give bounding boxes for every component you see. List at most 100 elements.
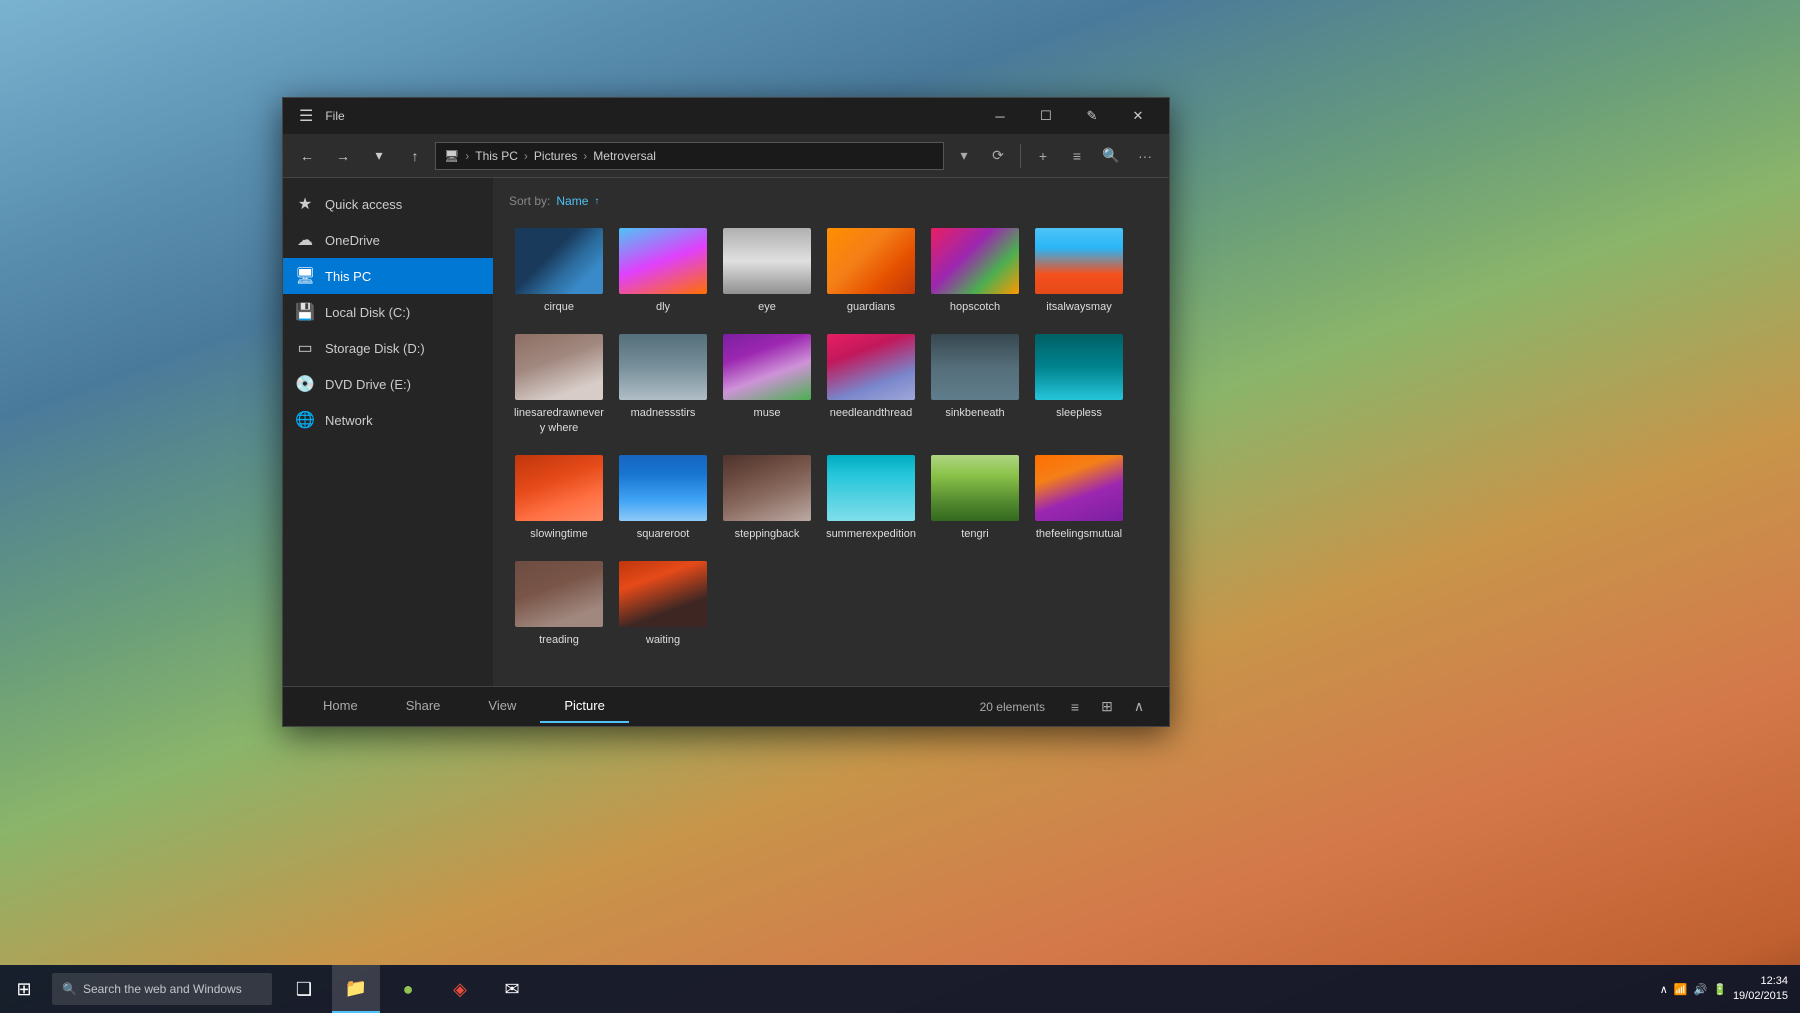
file-item-sinkbeneath[interactable]: sinkbeneath — [925, 326, 1025, 443]
file-item-madnessstirs[interactable]: madnessstirs — [613, 326, 713, 443]
view-toggle-buttons: ≡ ⊞ ∧ — [1061, 693, 1153, 721]
minimize-button[interactable]: ─ — [977, 98, 1023, 134]
task-view-button[interactable]: ❑ — [280, 965, 328, 1013]
file-thumbnail-eye — [723, 228, 811, 294]
gamepass-button[interactable]: ● — [384, 965, 432, 1013]
file-item-linesaredrawnevery[interactable]: linesaredrawnevery where — [509, 326, 609, 443]
window-controls: ─ ☐ ✎ ✕ — [977, 98, 1161, 134]
start-button[interactable]: ⊞ — [0, 965, 48, 1013]
search-icon: 🔍 — [62, 982, 77, 996]
breadcrumb-thispc[interactable]: This PC — [475, 149, 518, 163]
grid-view-button[interactable]: ⊞ — [1093, 693, 1121, 721]
refresh-button[interactable]: ⟳ — [982, 140, 1014, 172]
address-bar[interactable]: 🖥 › This PC › Pictures › Metroversal — [435, 142, 944, 170]
status-bar: Home Share View Picture 20 elements ≡ ⊞ … — [283, 686, 1169, 726]
sidebar-item-label: Storage Disk (D:) — [325, 341, 425, 356]
maximize-button[interactable]: ☐ — [1023, 98, 1069, 134]
file-name-eye: eye — [758, 300, 776, 314]
file-thumbnail-linesaredrawnevery — [515, 334, 603, 400]
file-thumbnail-guardians — [827, 228, 915, 294]
view-options-button[interactable]: ≡ — [1061, 140, 1093, 172]
back-button[interactable]: ← — [291, 140, 323, 172]
breadcrumb-metroversal[interactable]: Metroversal — [593, 149, 656, 163]
file-name-itsalwaysmay: itsalwaysmay — [1046, 300, 1111, 314]
network-icon: 🌐 — [295, 410, 315, 430]
address-dropdown-button[interactable]: ▾ — [948, 140, 980, 172]
file-thumbnail-sleepless — [1035, 334, 1123, 400]
tab-home[interactable]: Home — [299, 690, 382, 723]
file-item-hopscotch[interactable]: hopscotch — [925, 220, 1025, 322]
search-button[interactable]: 🔍 — [1095, 140, 1127, 172]
expand-button[interactable]: ∧ — [1125, 693, 1153, 721]
tab-picture[interactable]: Picture — [540, 690, 628, 723]
sidebar-item-storage-disk-d[interactable]: ▭ Storage Disk (D:) — [283, 330, 493, 366]
title-bar: ☰ File ─ ☐ ✎ ✕ — [283, 98, 1169, 134]
sidebar-item-network[interactable]: 🌐 Network — [283, 402, 493, 438]
file-item-waiting[interactable]: waiting — [613, 553, 713, 655]
file-item-eye[interactable]: eye — [717, 220, 817, 322]
file-item-squareroot[interactable]: squareroot — [613, 447, 713, 549]
tab-view[interactable]: View — [464, 690, 540, 723]
file-thumbnail-thefeelingsmutual — [1035, 455, 1123, 521]
sidebar-item-quick-access[interactable]: ★ Quick access — [283, 186, 493, 222]
volume-tray-icon: 🔊 — [1694, 983, 1708, 996]
dropdown-button[interactable]: ▾ — [363, 140, 395, 172]
file-thumbnail-needleandthread — [827, 334, 915, 400]
file-thumbnail-slowingtime — [515, 455, 603, 521]
close-button[interactable]: ✕ — [1115, 98, 1161, 134]
edit-button[interactable]: ✎ — [1069, 98, 1115, 134]
file-item-steppingback[interactable]: steppingback — [717, 447, 817, 549]
tab-share[interactable]: Share — [382, 690, 465, 723]
window-title: File — [325, 109, 344, 123]
file-name-summerexpedition: summerexpedition — [826, 527, 916, 541]
menu-icon[interactable]: ☰ — [291, 102, 321, 130]
file-name-squareroot: squareroot — [637, 527, 690, 541]
file-thumbnail-dly — [619, 228, 707, 294]
forward-button[interactable]: → — [327, 140, 359, 172]
file-name-muse: muse — [754, 406, 781, 420]
file-name-thefeelingsmutual: thefeelingsmutual — [1036, 527, 1122, 541]
file-item-needleandthread[interactable]: needleandthread — [821, 326, 921, 443]
network-tray-icon: 📶 — [1674, 983, 1688, 996]
more-options-button[interactable]: ··· — [1129, 140, 1161, 172]
search-bar[interactable]: 🔍 Search the web and Windows — [52, 973, 272, 1005]
file-item-dly[interactable]: dly — [613, 220, 713, 322]
file-item-muse[interactable]: muse — [717, 326, 817, 443]
clock: 12:34 19/02/2015 — [1733, 974, 1788, 1005]
explorer-taskbar-button[interactable]: 📁 — [332, 965, 380, 1013]
file-item-sleepless[interactable]: sleepless — [1029, 326, 1129, 443]
sort-name-button[interactable]: Name — [556, 194, 588, 208]
main-area: ★ Quick access ☁ OneDrive 🖥 This PC 💾 Lo… — [283, 178, 1169, 686]
sidebar-item-onedrive[interactable]: ☁ OneDrive — [283, 222, 493, 258]
file-item-thefeelingsmutual[interactable]: thefeelingsmutual — [1029, 447, 1129, 549]
file-item-slowingtime[interactable]: slowingtime — [509, 447, 609, 549]
sidebar-item-dvd-drive-e[interactable]: 💿 DVD Drive (E:) — [283, 366, 493, 402]
sidebar-item-label: DVD Drive (E:) — [325, 377, 411, 392]
file-item-guardians[interactable]: guardians — [821, 220, 921, 322]
file-name-cirque: cirque — [544, 300, 574, 314]
file-name-needleandthread: needleandthread — [830, 406, 913, 420]
sidebar-item-this-pc[interactable]: 🖥 This PC — [283, 258, 493, 294]
file-name-tengri: tengri — [961, 527, 989, 541]
security-button[interactable]: ◈ — [436, 965, 484, 1013]
file-thumbnail-steppingback — [723, 455, 811, 521]
file-thumbnail-muse — [723, 334, 811, 400]
breadcrumb-pictures[interactable]: Pictures — [534, 149, 577, 163]
mail-button[interactable]: ✉ — [488, 965, 536, 1013]
file-item-cirque[interactable]: cirque — [509, 220, 609, 322]
list-view-button[interactable]: ≡ — [1061, 693, 1089, 721]
sidebar-item-local-disk-c[interactable]: 💾 Local Disk (C:) — [283, 294, 493, 330]
file-item-summerexpedition[interactable]: summerexpedition — [821, 447, 921, 549]
file-thumbnail-waiting — [619, 561, 707, 627]
new-folder-button[interactable]: + — [1027, 140, 1059, 172]
status-tabs: Home Share View Picture — [299, 690, 629, 723]
search-placeholder: Search the web and Windows — [83, 982, 242, 996]
file-item-itsalwaysmay[interactable]: itsalwaysmay — [1029, 220, 1129, 322]
file-thumbnail-treading — [515, 561, 603, 627]
file-item-tengri[interactable]: tengri — [925, 447, 1025, 549]
monitor-icon: 🖥 — [444, 149, 459, 163]
nav-right-buttons: ▾ ⟳ + ≡ 🔍 ··· — [948, 140, 1161, 172]
file-thumbnail-itsalwaysmay — [1035, 228, 1123, 294]
file-item-treading[interactable]: treading — [509, 553, 609, 655]
up-button[interactable]: ↑ — [399, 140, 431, 172]
